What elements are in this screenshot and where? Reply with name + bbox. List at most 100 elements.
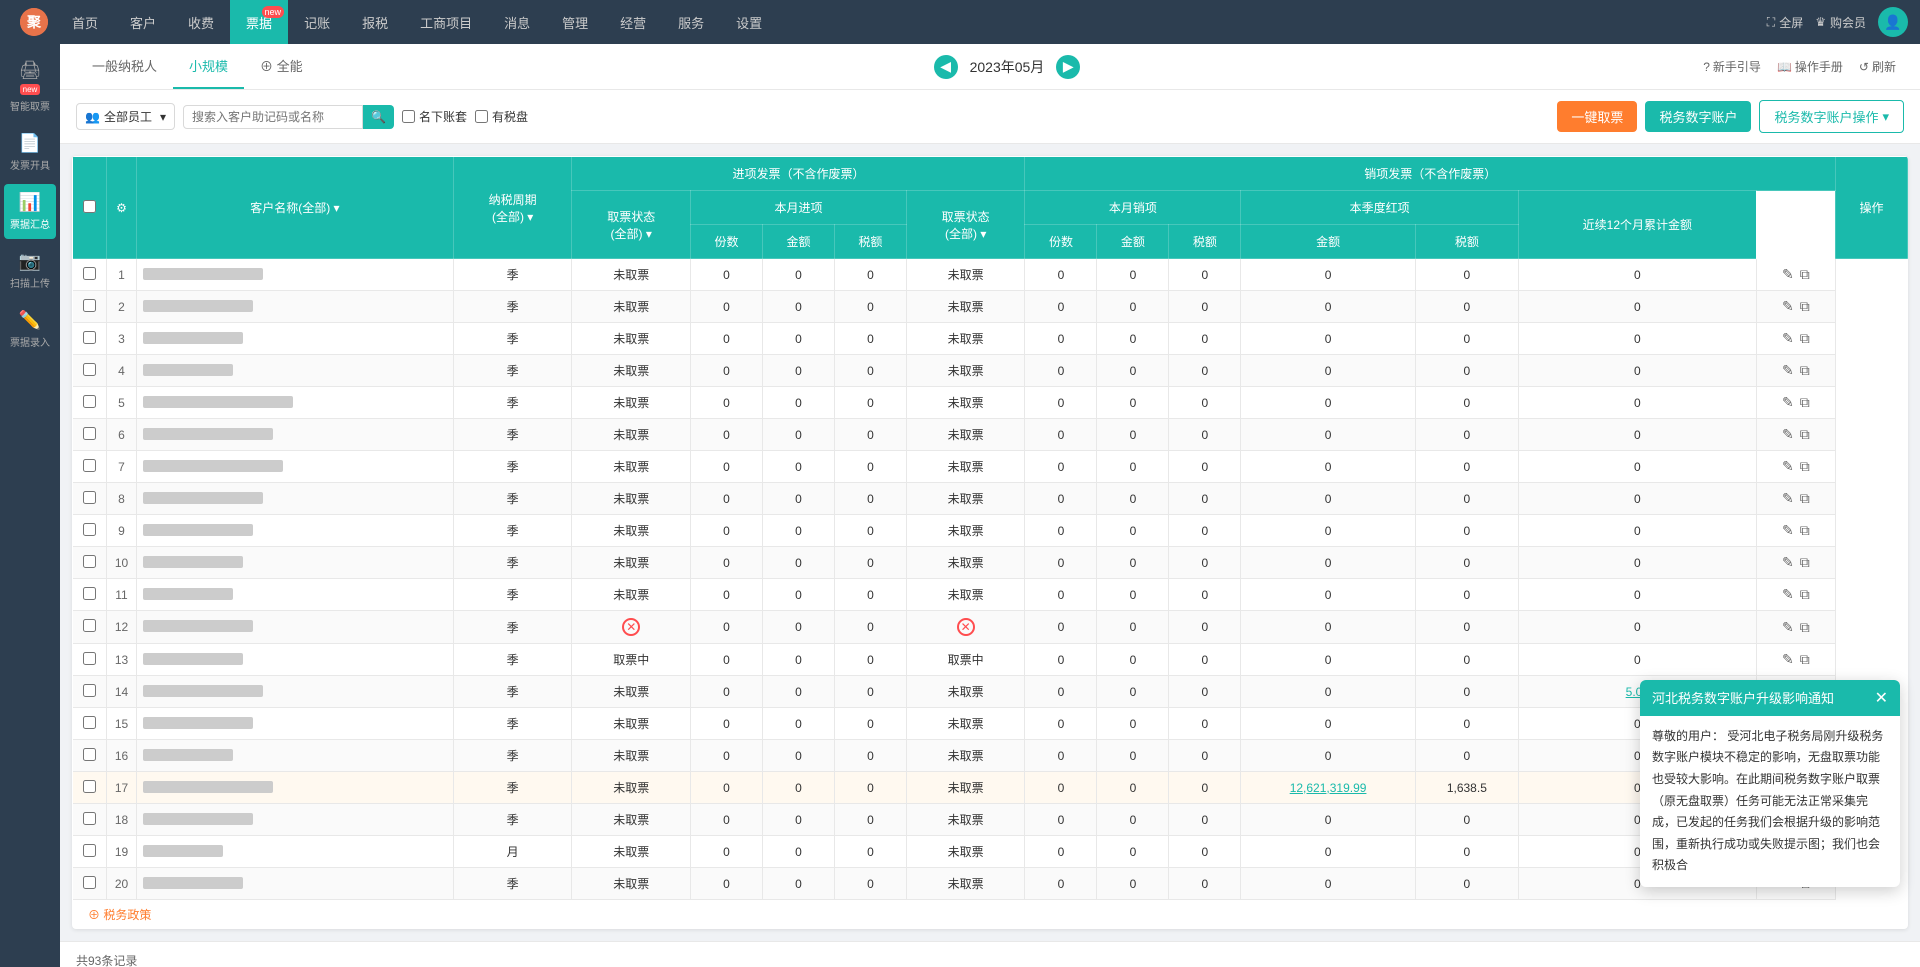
subordinate-checkbox-input[interactable]: [402, 110, 415, 123]
row-number: 9: [107, 515, 137, 547]
select-all-checkbox[interactable]: [83, 200, 96, 213]
row-in-tax: 0: [834, 259, 906, 291]
edit-btn[interactable]: ✎: [1782, 330, 1794, 347]
nav-settings[interactable]: 设置: [720, 0, 778, 44]
tax-policy-link[interactable]: ⊕ 税务政策: [72, 900, 1908, 929]
employee-select[interactable]: 👥 全部员工 ▾: [76, 103, 175, 130]
fullscreen-btn[interactable]: ⛶ 全屏: [1767, 14, 1803, 31]
user-avatar[interactable]: 👤: [1878, 7, 1908, 37]
nav-fee[interactable]: 收费: [172, 0, 230, 44]
nav-manage[interactable]: 管理: [546, 0, 604, 44]
row-checkbox[interactable]: [83, 619, 96, 632]
copy-btn[interactable]: ⧉: [1800, 362, 1810, 379]
row-out-tax: 0: [1169, 515, 1241, 547]
row-checkbox[interactable]: [83, 555, 96, 568]
nav-tax[interactable]: 报税: [346, 0, 404, 44]
nav-invoice[interactable]: 票据 new: [230, 0, 288, 44]
nav-bookkeeping[interactable]: 记账: [288, 0, 346, 44]
row-checkbox[interactable]: [83, 812, 96, 825]
row-period: 季: [453, 740, 572, 772]
sidebar-item-invoice-open[interactable]: 📄 发票开具: [4, 125, 56, 180]
nav-message[interactable]: 消息: [488, 0, 546, 44]
row-checkbox-cell: [73, 419, 107, 451]
row-checkbox[interactable]: [83, 780, 96, 793]
copy-btn[interactable]: ⧉: [1800, 266, 1810, 283]
sidebar-item-smart-ticket[interactable]: 🖨 new 智能取票: [4, 52, 56, 121]
nav-service[interactable]: 服务: [662, 0, 720, 44]
new-guide-link[interactable]: ? 新手引导: [1703, 58, 1761, 75]
row-checkbox[interactable]: [83, 652, 96, 665]
edit-btn[interactable]: ✎: [1782, 522, 1794, 539]
copy-btn[interactable]: ⧉: [1800, 298, 1810, 315]
tax-disk-checkbox[interactable]: 有税盘: [475, 108, 528, 125]
sidebar-item-scan-upload[interactable]: 📷 扫描上传: [4, 243, 56, 298]
row-checkbox[interactable]: [83, 299, 96, 312]
row-checkbox[interactable]: [83, 491, 96, 504]
row-checkbox[interactable]: [83, 427, 96, 440]
notification-close-btn[interactable]: ✕: [1875, 688, 1888, 708]
edit-btn[interactable]: ✎: [1782, 426, 1794, 443]
edit-btn[interactable]: ✎: [1782, 266, 1794, 283]
nav-customer[interactable]: 客户: [114, 0, 172, 44]
copy-btn[interactable]: ⧉: [1800, 651, 1810, 668]
row-checkbox[interactable]: [83, 844, 96, 857]
one-click-ticket-btn[interactable]: 一键取票: [1557, 101, 1637, 132]
nav-business[interactable]: 工商项目: [404, 0, 488, 44]
copy-btn[interactable]: ⧉: [1800, 586, 1810, 603]
copy-btn[interactable]: ⧉: [1800, 522, 1810, 539]
edit-btn[interactable]: ✎: [1782, 554, 1794, 571]
notification-title: 河北税务数字账户升级影响通知: [1652, 688, 1834, 707]
row-checkbox[interactable]: [83, 748, 96, 761]
row-red-tax: 0: [1415, 611, 1518, 644]
in-status-cell: 未取票: [572, 355, 691, 387]
edit-btn[interactable]: ✎: [1782, 298, 1794, 315]
tab-general-taxpayer[interactable]: 一般纳税人: [76, 44, 173, 89]
tax-digital-account-btn[interactable]: 税务数字账户: [1645, 101, 1751, 132]
copy-btn[interactable]: ⧉: [1800, 554, 1810, 571]
row-checkbox-cell: [73, 451, 107, 483]
edit-btn[interactable]: ✎: [1782, 619, 1794, 636]
copy-btn[interactable]: ⧉: [1800, 330, 1810, 347]
edit-btn[interactable]: ✎: [1782, 490, 1794, 507]
row-out-amount: 0: [1097, 676, 1169, 708]
row-checkbox[interactable]: [83, 459, 96, 472]
manual-link[interactable]: 📖 操作手册: [1777, 58, 1843, 75]
row-checkbox[interactable]: [83, 331, 96, 344]
row-checkbox[interactable]: [83, 876, 96, 889]
copy-btn[interactable]: ⧉: [1800, 458, 1810, 475]
subordinate-account-checkbox[interactable]: 名下账套: [402, 108, 467, 125]
copy-btn[interactable]: ⧉: [1800, 490, 1810, 507]
edit-btn[interactable]: ✎: [1782, 651, 1794, 668]
copy-btn[interactable]: ⧉: [1800, 619, 1810, 636]
row-checkbox[interactable]: [83, 267, 96, 280]
smart-ticket-icon: 🖨: [19, 60, 42, 81]
row-checkbox[interactable]: [83, 587, 96, 600]
period-prev-btn[interactable]: ◀: [934, 55, 958, 79]
copy-btn[interactable]: ⧉: [1800, 394, 1810, 411]
th-in-amount: 金额: [762, 225, 834, 259]
row-checkbox[interactable]: [83, 523, 96, 536]
row-checkbox[interactable]: [83, 363, 96, 376]
edit-btn[interactable]: ✎: [1782, 586, 1794, 603]
row-checkbox[interactable]: [83, 684, 96, 697]
edit-btn[interactable]: ✎: [1782, 458, 1794, 475]
nav-operation[interactable]: 经营: [604, 0, 662, 44]
row-customer-name: [137, 323, 454, 355]
row-checkbox[interactable]: [83, 716, 96, 729]
tax-digital-account-ops-btn[interactable]: 税务数字账户操作 ▾: [1759, 100, 1904, 133]
edit-btn[interactable]: ✎: [1782, 394, 1794, 411]
tab-all-capable[interactable]: ⊕ 全能: [244, 44, 319, 89]
sidebar-item-invoice-summary[interactable]: 📊 票据汇总: [4, 184, 56, 239]
sidebar-item-invoice-entry[interactable]: ✏️ 票据录入: [4, 302, 56, 357]
period-next-btn[interactable]: ▶: [1056, 55, 1080, 79]
edit-btn[interactable]: ✎: [1782, 362, 1794, 379]
nav-home[interactable]: 首页: [56, 0, 114, 44]
tab-small-scale[interactable]: 小规模: [173, 44, 244, 89]
copy-btn[interactable]: ⧉: [1800, 426, 1810, 443]
vip-btn[interactable]: ♛ 购会员: [1815, 14, 1866, 31]
row-checkbox[interactable]: [83, 395, 96, 408]
tax-disk-checkbox-input[interactable]: [475, 110, 488, 123]
search-button[interactable]: 🔍: [363, 105, 394, 129]
refresh-link[interactable]: ↺ 刷新: [1859, 58, 1896, 75]
search-input[interactable]: [183, 105, 363, 129]
